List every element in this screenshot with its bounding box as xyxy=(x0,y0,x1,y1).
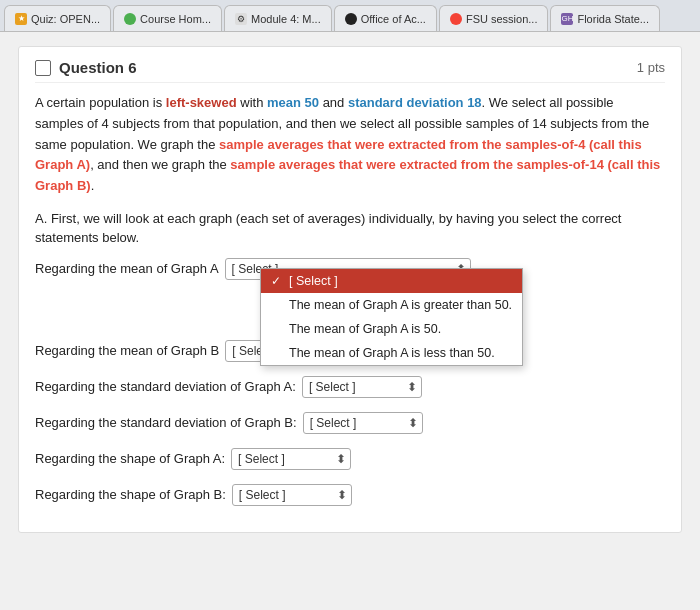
tab-course[interactable]: Course Hom... xyxy=(113,5,222,31)
florida-icon: GH xyxy=(561,13,573,25)
tab-bar: ★ Quiz: OPEN... Course Hom... ⚙ Module 4… xyxy=(0,0,700,32)
dropdown-overlay: ✓ [ Select ] The mean of Graph A is grea… xyxy=(260,268,523,366)
sample-avg-b-text: sample averages that were extracted from… xyxy=(35,157,660,193)
std-graph-b-select-wrapper: [ Select ] ⬍ xyxy=(303,412,423,434)
shape-graph-a-row: Regarding the shape of Graph A: [ Select… xyxy=(35,448,665,470)
tab-quiz[interactable]: ★ Quiz: OPEN... xyxy=(4,5,111,31)
tab-course-label: Course Hom... xyxy=(140,13,211,25)
std-graph-a-select-wrapper: [ Select ] ⬍ xyxy=(302,376,422,398)
question-container: Question 6 1 pts A certain population is… xyxy=(18,46,682,533)
tab-fsu-label: FSU session... xyxy=(466,13,538,25)
mean-graph-a-label: Regarding the mean of Graph A xyxy=(35,261,219,276)
tab-florida[interactable]: GH Florida State... xyxy=(550,5,660,31)
shape-graph-b-select-wrapper: [ Select ] ⬍ xyxy=(232,484,352,506)
shape-graph-a-label: Regarding the shape of Graph A: xyxy=(35,451,225,466)
std-graph-a-select[interactable]: [ Select ] xyxy=(302,376,422,398)
std-graph-b-row: Regarding the standard deviation of Grap… xyxy=(35,412,665,434)
question-checkbox[interactable] xyxy=(35,60,51,76)
dropdown-greater-label: The mean of Graph A is greater than 50. xyxy=(289,298,512,312)
question-body: A certain population is left-skewed with… xyxy=(35,93,665,197)
office-icon xyxy=(345,13,357,25)
form-rows: Regarding the mean of Graph A [ Select ]… xyxy=(35,258,665,506)
module-icon: ⚙ xyxy=(235,13,247,25)
dropdown-less-label: The mean of Graph A is less than 50. xyxy=(289,346,495,360)
section-a-text: A. First, we will look at each graph (ea… xyxy=(35,209,665,248)
dropdown-item-greater[interactable]: The mean of Graph A is greater than 50. xyxy=(261,293,522,317)
tab-office-label: Office of Ac... xyxy=(361,13,426,25)
std-graph-b-select[interactable]: [ Select ] xyxy=(303,412,423,434)
tab-office[interactable]: Office of Ac... xyxy=(334,5,437,31)
tab-module[interactable]: ⚙ Module 4: M... xyxy=(224,5,332,31)
std-graph-b-label: Regarding the standard deviation of Grap… xyxy=(35,415,297,430)
dropdown-item-select[interactable]: ✓ [ Select ] xyxy=(261,269,522,293)
question-title: Question 6 xyxy=(35,59,137,76)
tab-quiz-label: Quiz: OPEN... xyxy=(31,13,100,25)
question-number: Question 6 xyxy=(59,59,137,76)
dropdown-item-equal[interactable]: The mean of Graph A is 50. xyxy=(261,317,522,341)
mean-graph-b-label: Regarding the mean of Graph B xyxy=(35,343,219,358)
pts-label: 1 pts xyxy=(637,60,665,75)
dropdown-select-label: [ Select ] xyxy=(289,274,338,288)
std-dev-text: standard deviation 18 xyxy=(348,95,482,110)
std-graph-a-label: Regarding the standard deviation of Grap… xyxy=(35,379,296,394)
quiz-icon: ★ xyxy=(15,13,27,25)
shape-graph-b-row: Regarding the shape of Graph B: [ Select… xyxy=(35,484,665,506)
check-icon: ✓ xyxy=(271,274,285,288)
tab-fsu[interactable]: FSU session... xyxy=(439,5,549,31)
shape-graph-b-select[interactable]: [ Select ] xyxy=(232,484,352,506)
shape-graph-a-select-wrapper: [ Select ] ⬍ xyxy=(231,448,351,470)
std-graph-a-row: Regarding the standard deviation of Grap… xyxy=(35,376,665,398)
question-header: Question 6 1 pts xyxy=(35,59,665,83)
dropdown-equal-label: The mean of Graph A is 50. xyxy=(289,322,441,336)
dropdown-item-less[interactable]: The mean of Graph A is less than 50. xyxy=(261,341,522,365)
shape-graph-a-select[interactable]: [ Select ] xyxy=(231,448,351,470)
tab-florida-label: Florida State... xyxy=(577,13,649,25)
mean-text: mean 50 xyxy=(267,95,319,110)
fsu-icon xyxy=(450,13,462,25)
course-icon xyxy=(124,13,136,25)
shape-graph-b-label: Regarding the shape of Graph B: xyxy=(35,487,226,502)
left-skewed-text: left-skewed xyxy=(166,95,237,110)
tab-module-label: Module 4: M... xyxy=(251,13,321,25)
